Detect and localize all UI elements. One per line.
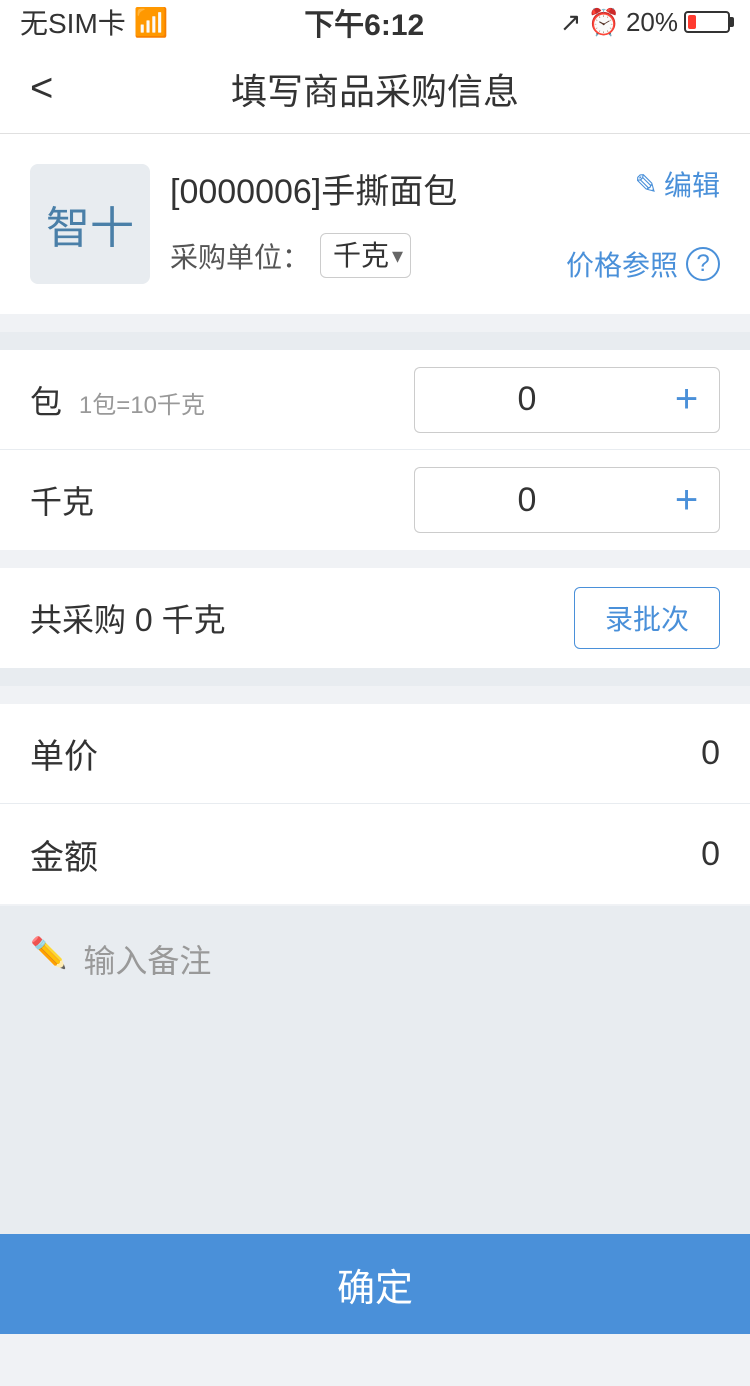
amount-value: 0 — [701, 835, 720, 874]
product-logo: 智十 — [46, 192, 134, 256]
product-image: 智十 — [30, 164, 150, 284]
notes-placeholder: 输入备注 — [83, 936, 211, 982]
edit-button[interactable]: ✎ 编辑 — [635, 164, 720, 204]
page-title: 填写商品采购信息 — [231, 63, 519, 115]
bag-input-right: + — [414, 367, 720, 433]
amount-row: 金额 0 — [0, 804, 750, 904]
alarm-icon: ⏰ — [588, 7, 620, 38]
summary-row: 共采购 0 千克 录批次 — [0, 568, 750, 668]
kg-plus-button[interactable]: + — [654, 467, 720, 533]
divider-2 — [0, 668, 750, 686]
unit-select[interactable]: 千克 — [320, 233, 411, 278]
batch-button[interactable]: 录批次 — [574, 587, 720, 649]
status-time: 下午6:12 — [304, 0, 424, 44]
nav-bar: < 填写商品采购信息 — [0, 44, 750, 134]
bag-quantity-input[interactable] — [414, 367, 654, 433]
pencil-icon: ✏️ — [30, 936, 67, 971]
bag-plus-icon: + — [675, 377, 698, 422]
unit-price-value: 0 — [701, 734, 720, 773]
edit-label: 编辑 — [664, 164, 720, 204]
summary-amount-value: 0 — [135, 602, 153, 638]
bag-label-text: 包 — [30, 384, 62, 420]
kg-input-right: + — [414, 467, 720, 533]
kg-label: 千克 — [30, 477, 94, 523]
price-ref-button[interactable]: 价格参照 ? — [566, 244, 720, 284]
summary-text: 共采购 0 千克 — [30, 595, 226, 641]
back-button[interactable]: < — [30, 66, 53, 111]
wifi-icon: 📶 — [134, 6, 169, 39]
amount-label: 金额 — [30, 830, 98, 879]
confirm-button[interactable]: 确定 — [0, 1234, 750, 1334]
notes-section[interactable]: ✏️ 输入备注 — [0, 906, 750, 1286]
product-card: 智十 [0000006]手撕面包 采购单位： 千克 ✎ 编辑 价格参照 ? — [0, 134, 750, 314]
kg-quantity-input[interactable] — [414, 467, 654, 533]
status-bar: 无SIM卡 📶 下午6:12 ↗ ⏰ 20% — [0, 0, 750, 44]
summary-section: 共采购 0 千克 录批次 — [0, 568, 750, 668]
status-left: 无SIM卡 📶 — [20, 2, 169, 42]
unit-price-label: 单价 — [30, 729, 98, 778]
content: 智十 [0000006]手撕面包 采购单位： 千克 ✎ 编辑 价格参照 ? — [0, 134, 750, 1286]
edit-icon: ✎ — [635, 168, 658, 201]
battery-icon — [684, 11, 730, 33]
kg-plus-icon: + — [675, 478, 698, 523]
bag-input-row: 包 1包=10千克 + — [0, 350, 750, 450]
quantity-section: 包 1包=10千克 + 千克 + — [0, 350, 750, 550]
kg-label-text: 千克 — [30, 484, 94, 520]
location-icon: ↗ — [560, 7, 582, 38]
price-ref-label: 价格参照 — [566, 244, 678, 284]
detail-section: 单价 0 金额 0 — [0, 704, 750, 904]
battery-percent: 20% — [626, 7, 678, 38]
summary-unit-value: 千克 — [162, 602, 226, 638]
bag-plus-button[interactable]: + — [654, 367, 720, 433]
unit-price-row: 单价 0 — [0, 704, 750, 804]
summary-prefix: 共采购 — [30, 602, 126, 638]
carrier-text: 无SIM卡 — [20, 2, 126, 42]
status-right: ↗ ⏰ 20% — [560, 7, 730, 38]
unit-label: 采购单位： — [170, 236, 310, 276]
unit-select-wrap[interactable]: 千克 — [320, 233, 411, 278]
bag-label: 包 1包=10千克 — [30, 377, 205, 423]
info-circle-icon: ? — [686, 247, 720, 281]
kg-input-row: 千克 + — [0, 450, 750, 550]
bag-sub-text: 1包=10千克 — [79, 392, 205, 419]
divider-1 — [0, 332, 750, 350]
